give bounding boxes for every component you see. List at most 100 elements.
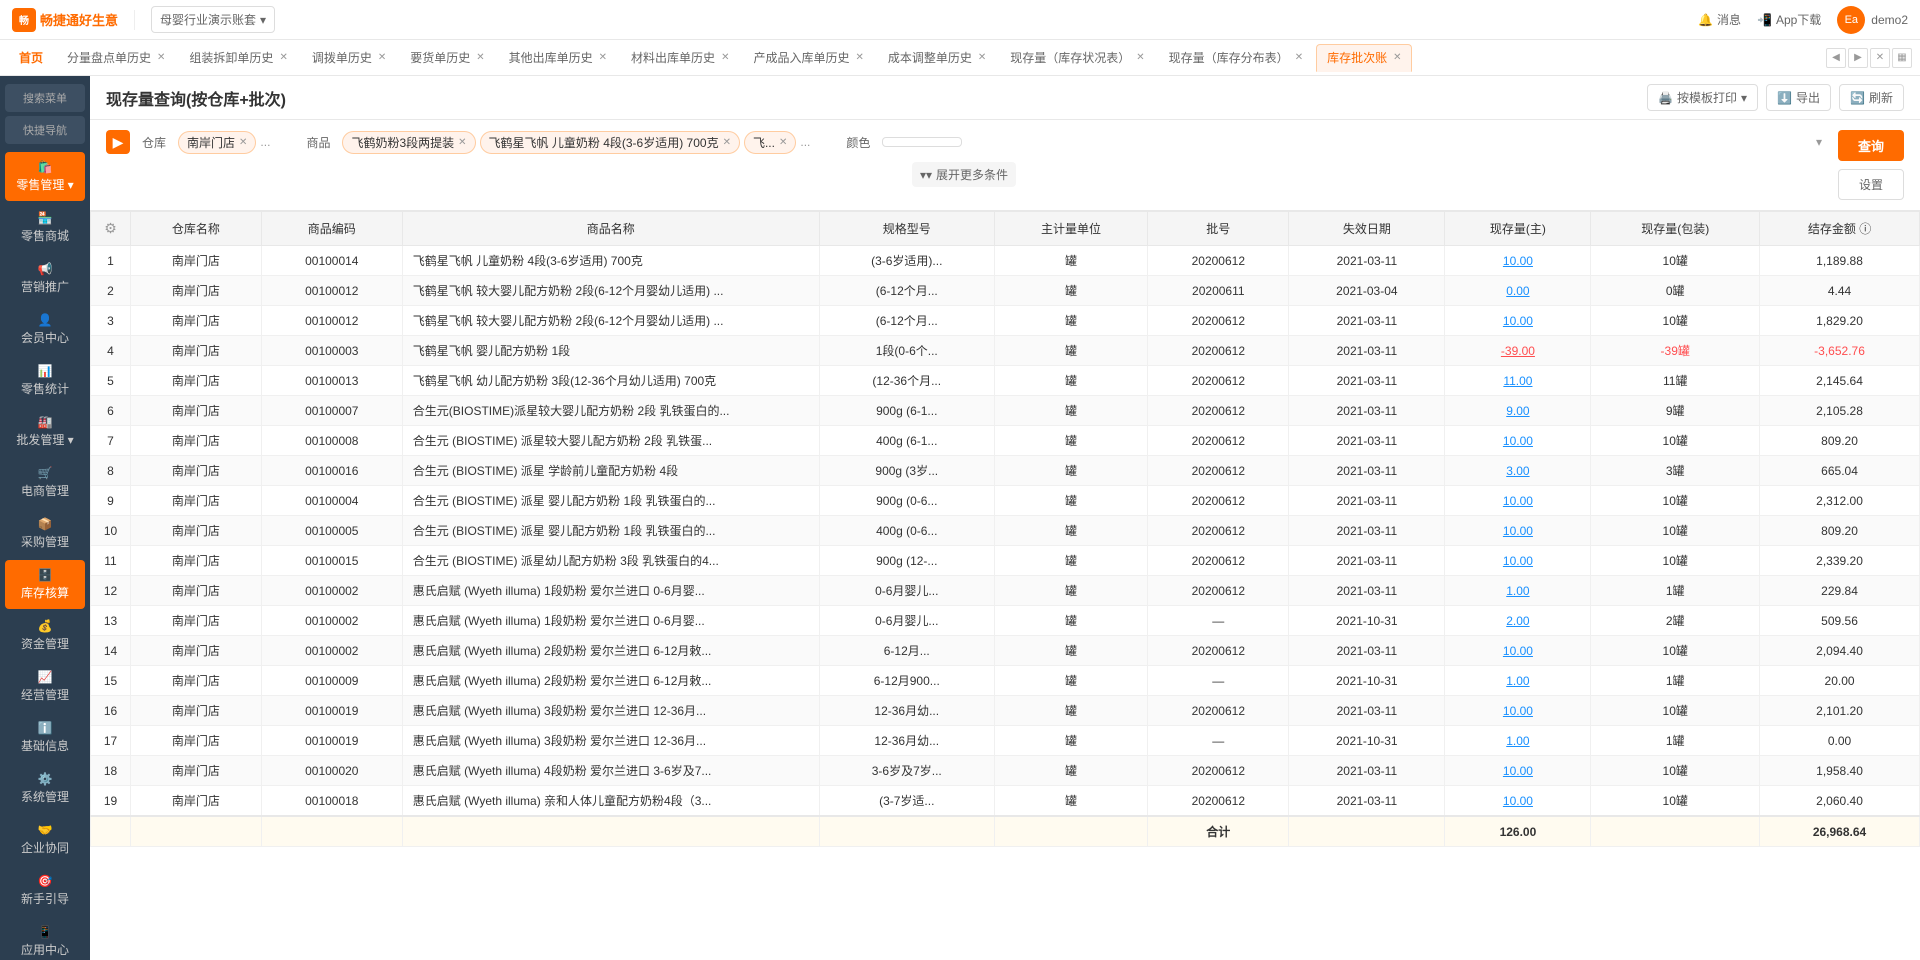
table-row: 10 南岸门店 00100005 合生元 (BIOSTIME) 派星 婴儿配方奶… bbox=[91, 516, 1920, 546]
tab-other-out-history-close[interactable]: ✕ bbox=[599, 52, 607, 63]
tab-other-out-history[interactable]: 其他出库单历史 ✕ bbox=[498, 44, 618, 72]
messages-btn[interactable]: 🔔 消息 bbox=[1698, 11, 1741, 28]
tab-next-btn[interactable]: ▶ bbox=[1848, 48, 1868, 68]
table-row: 3 南岸门店 00100012 飞鹤星飞帆 较大婴儿配方奶粉 2段(6-12个月… bbox=[91, 306, 1920, 336]
sidebar-item-new-guide[interactable]: 🎯 新手引导 bbox=[5, 866, 85, 915]
sidebar-item-marketing[interactable]: 📢 营销推广 bbox=[5, 254, 85, 303]
sidebar-item-retail-mgmt[interactable]: 🛍️ 零售管理 ▾ bbox=[5, 152, 85, 201]
template-print-btn[interactable]: 🖨️ 按模板打印 ▾ bbox=[1647, 84, 1758, 111]
tab-more-btn[interactable]: ▦ bbox=[1892, 48, 1912, 68]
tab-allocation-history-close[interactable]: ✕ bbox=[378, 52, 386, 63]
tab-cost-adjust-history-close[interactable]: ✕ bbox=[978, 52, 986, 63]
cell-qty[interactable]: -39.00 bbox=[1445, 336, 1591, 366]
tab-disassemble-history-close[interactable]: ✕ bbox=[279, 52, 287, 63]
tab-batch-voucher[interactable]: 库存批次账 ✕ bbox=[1316, 44, 1412, 72]
tab-close-btn[interactable]: ✕ bbox=[1870, 48, 1890, 68]
product-more-dots[interactable]: ... bbox=[800, 135, 810, 149]
cell-batch: 20200612 bbox=[1148, 546, 1289, 576]
cell-qty[interactable]: 10.00 bbox=[1445, 696, 1591, 726]
search-btn[interactable]: 查询 bbox=[1838, 130, 1904, 161]
cell-qty[interactable]: 1.00 bbox=[1445, 666, 1591, 696]
tab-material-out-history[interactable]: 材料出库单历史 ✕ bbox=[620, 44, 740, 72]
tab-split-history[interactable]: 分量盘点单历史 ✕ bbox=[56, 44, 176, 72]
tab-disassemble-history[interactable]: 组装拆卸单历史 ✕ bbox=[178, 44, 298, 72]
cell-qty[interactable]: 10.00 bbox=[1445, 486, 1591, 516]
col-unit: 主计量单位 bbox=[994, 212, 1148, 246]
tab-material-out-history-close[interactable]: ✕ bbox=[721, 52, 729, 63]
tab-product-in-history[interactable]: 产成品入库单历史 ✕ bbox=[742, 44, 874, 72]
cell-batch: 20200612 bbox=[1148, 486, 1289, 516]
color-dropdown[interactable] bbox=[882, 137, 962, 147]
cell-code: 00100007 bbox=[261, 396, 402, 426]
expand-more-btn[interactable]: ▾▾ 展开更多条件 bbox=[912, 162, 1016, 187]
cell-no: 8 bbox=[91, 456, 131, 486]
tab-batch-voucher-close[interactable]: ✕ bbox=[1393, 52, 1401, 63]
cell-qty[interactable]: 10.00 bbox=[1445, 786, 1591, 817]
cell-unit: 罐 bbox=[994, 456, 1148, 486]
sidebar-item-app-center[interactable]: 📱 应用中心 bbox=[5, 917, 85, 960]
sidebar-item-finance-mgmt[interactable]: 💰 资金管理 bbox=[5, 611, 85, 660]
cell-qty[interactable]: 10.00 bbox=[1445, 246, 1591, 276]
cell-qty[interactable]: 11.00 bbox=[1445, 366, 1591, 396]
product-tag-more-remove[interactable]: ✕ bbox=[779, 137, 787, 148]
sidebar-item-retail-stats[interactable]: 📊 零售统计 bbox=[5, 356, 85, 405]
cell-qty[interactable]: 1.00 bbox=[1445, 576, 1591, 606]
refresh-btn[interactable]: 🔄 刷新 bbox=[1839, 84, 1904, 111]
cell-unit: 罐 bbox=[994, 426, 1148, 456]
store-selector[interactable]: 母婴行业演示账套 ▾ bbox=[151, 6, 275, 33]
col-settings[interactable]: ⚙ bbox=[91, 212, 131, 246]
tab-inventory-dist-close[interactable]: ✕ bbox=[1295, 52, 1303, 63]
footer-empty bbox=[402, 816, 819, 847]
sidebar-item-member[interactable]: 👤 会员中心 bbox=[5, 305, 85, 354]
tab-cost-adjust-history[interactable]: 成本调整单历史 ✕ bbox=[877, 44, 997, 72]
settings-btn[interactable]: 设置 bbox=[1838, 169, 1904, 200]
product-tag-1-remove[interactable]: ✕ bbox=[458, 137, 466, 148]
user-area[interactable]: Ea demo2 bbox=[1837, 6, 1908, 34]
sidebar-item-basic-info[interactable]: ℹ️ 基础信息 bbox=[5, 713, 85, 762]
cell-qty[interactable]: 3.00 bbox=[1445, 456, 1591, 486]
sidebar-item-enterprise-collab[interactable]: 🤝 企业协同 bbox=[5, 815, 85, 864]
sidebar-item-ops-mgmt[interactable]: 📈 经营管理 bbox=[5, 662, 85, 711]
tab-allocation-history[interactable]: 调拨单历史 ✕ bbox=[301, 44, 397, 72]
cell-qty[interactable]: 2.00 bbox=[1445, 606, 1591, 636]
table-header-row: ⚙ 仓库名称 商品编码 商品名称 规格型号 主计量单位 批号 失效日期 现存量(… bbox=[91, 212, 1920, 246]
sidebar-search[interactable]: 搜索菜单 bbox=[5, 84, 85, 112]
tab-product-in-history-close[interactable]: ✕ bbox=[855, 52, 863, 63]
sidebar-item-wholesale-mgmt[interactable]: 🏭 批发管理 ▾ bbox=[5, 407, 85, 456]
tab-home[interactable]: 首页 bbox=[8, 44, 54, 72]
cell-qty[interactable]: 10.00 bbox=[1445, 426, 1591, 456]
sidebar-nav[interactable]: 快捷导航 bbox=[5, 116, 85, 144]
cell-qty[interactable]: 1.00 bbox=[1445, 726, 1591, 756]
cell-qty[interactable]: 0.00 bbox=[1445, 276, 1591, 306]
cell-qty-pkg: 10罐 bbox=[1591, 636, 1760, 666]
tab-requisition-history[interactable]: 要货单历史 ✕ bbox=[399, 44, 495, 72]
cell-qty[interactable]: 10.00 bbox=[1445, 306, 1591, 336]
warehouse-more-dots[interactable]: ... bbox=[260, 135, 270, 149]
tab-inventory-dist[interactable]: 现存量（库存分布表） ✕ bbox=[1158, 44, 1314, 72]
enterprise-collab-icon: 🤝 bbox=[38, 823, 53, 837]
tab-inventory-status[interactable]: 现存量（库存状况表） ✕ bbox=[999, 44, 1155, 72]
filter-expand-btn[interactable]: ▶ bbox=[106, 130, 130, 154]
cell-qty[interactable]: 9.00 bbox=[1445, 396, 1591, 426]
sidebar-item-inventory-check[interactable]: 🗄️ 库存核算 bbox=[5, 560, 85, 609]
tab-prev-btn[interactable]: ◀ bbox=[1826, 48, 1846, 68]
warehouse-tag-remove[interactable]: ✕ bbox=[239, 137, 247, 148]
export-btn[interactable]: ⬇️ 导出 bbox=[1766, 84, 1831, 111]
tab-split-history-close[interactable]: ✕ bbox=[157, 52, 165, 63]
sidebar-item-retail-store[interactable]: 🏪 零售商城 bbox=[5, 203, 85, 252]
table-row: 12 南岸门店 00100002 惠氏启赋 (Wyeth illuma) 1段奶… bbox=[91, 576, 1920, 606]
cell-qty[interactable]: 10.00 bbox=[1445, 756, 1591, 786]
sidebar-item-sys-mgmt[interactable]: ⚙️ 系统管理 bbox=[5, 764, 85, 813]
store-name: 母婴行业演示账套 bbox=[160, 11, 256, 28]
sidebar-item-purchase-mgmt[interactable]: 📦 采购管理 bbox=[5, 509, 85, 558]
sidebar-item-ecom-mgmt[interactable]: 🛒 电商管理 bbox=[5, 458, 85, 507]
cell-qty[interactable]: 10.00 bbox=[1445, 636, 1591, 666]
app-download-btn[interactable]: 📲 App下载 bbox=[1757, 11, 1821, 28]
cell-qty[interactable]: 10.00 bbox=[1445, 516, 1591, 546]
cell-qty[interactable]: 10.00 bbox=[1445, 546, 1591, 576]
product-tag-2-remove[interactable]: ✕ bbox=[723, 137, 731, 148]
top-bar: 畅 畅捷通好生意 母婴行业演示账套 ▾ 🔔 消息 📲 App下载 Ea demo… bbox=[0, 0, 1920, 40]
cell-unit: 罐 bbox=[994, 696, 1148, 726]
tab-inventory-status-close[interactable]: ✕ bbox=[1136, 52, 1144, 63]
tab-requisition-history-close[interactable]: ✕ bbox=[476, 52, 484, 63]
